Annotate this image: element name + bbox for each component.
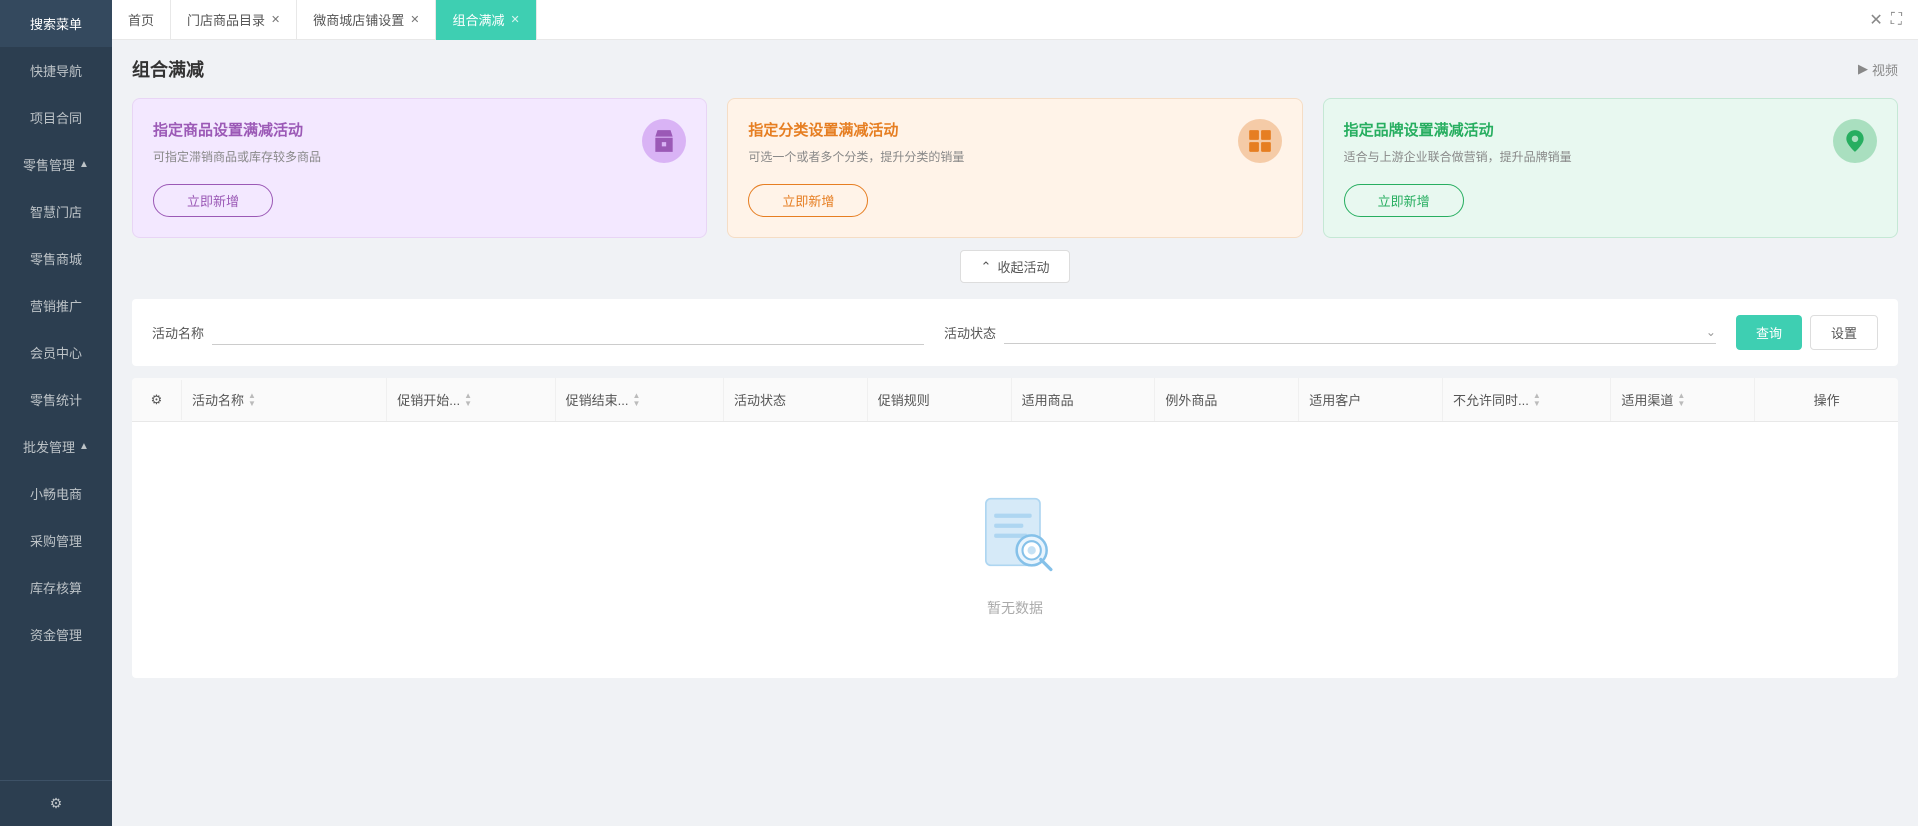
card-category-title: 指定分类设置满减活动	[748, 119, 1281, 140]
sidebar-item-retail-stats[interactable]: 零售统计	[0, 376, 112, 423]
sidebar-item-xc-ecommerce[interactable]: 小畅电商	[0, 470, 112, 517]
settings-gear-icon: ⚙	[50, 795, 63, 811]
th-applicable-channel[interactable]: 适用渠道 ▲▼	[1611, 378, 1755, 421]
collapse-activity-button[interactable]: ⌃ 收起活动	[960, 250, 1071, 283]
sort-arrows-nodup: ▲▼	[1533, 392, 1541, 408]
th-activity-name[interactable]: 活动名称 ▲▼	[182, 378, 387, 421]
th-except-goods: 例外商品	[1155, 378, 1299, 421]
th-activity-status: 活动状态	[724, 378, 868, 421]
sidebar-item-member-center[interactable]: 会员中心	[0, 329, 112, 376]
sidebar-item-search-menu[interactable]: 搜索菜单	[0, 0, 112, 47]
th-action: 操作	[1755, 378, 1898, 421]
sidebar-item-quick-nav[interactable]: 快捷导航	[0, 47, 112, 94]
card-category-desc: 可选一个或者多个分类，提升分类的销量	[748, 148, 1281, 167]
tab-wechat-store-close-icon[interactable]: ✕	[410, 13, 419, 26]
th-applicable-goods: 适用商品	[1012, 378, 1156, 421]
activity-status-chevron-down-icon: ⌄	[1706, 325, 1716, 339]
filter-activity-status-label: 活动状态	[944, 323, 996, 342]
tab-home[interactable]: 首页	[112, 0, 171, 40]
card-brand-icon	[1833, 119, 1877, 163]
card-category-add-button[interactable]: 立即新增	[748, 184, 868, 217]
card-product: 指定商品设置满减活动 可指定滞销商品或库存较多商品 立即新增	[132, 98, 707, 238]
tab-combo-discount-close-icon[interactable]: ✕	[511, 13, 520, 26]
sort-arrows-channel: ▲▼	[1677, 392, 1685, 408]
query-button[interactable]: 查询	[1736, 315, 1802, 350]
card-category-icon	[1238, 119, 1282, 163]
tab-wechat-store[interactable]: 微商城店铺设置 ✕	[297, 0, 436, 40]
th-no-duplicate[interactable]: 不允许同时... ▲▼	[1443, 378, 1611, 421]
card-brand-title: 指定品牌设置满减活动	[1344, 119, 1877, 140]
wholesale-mgmt-arrow-icon: ▲	[79, 441, 89, 452]
content-area: 组合满减 ▶ 视频 指定商品设置满减活动 可指定滞销商品或库存较多商品 立即新增	[112, 40, 1918, 826]
filter-buttons: 查询 设置	[1736, 315, 1878, 350]
sidebar-item-smart-store[interactable]: 智慧门店	[0, 188, 112, 235]
empty-state: 暂无数据	[132, 422, 1898, 678]
th-gear[interactable]: ⚙	[132, 380, 182, 420]
gear-settings-icon: ⚙	[151, 392, 163, 408]
sidebar-bottom: ⚙	[0, 780, 112, 826]
sidebar: 搜索菜单 快捷导航 项目合同 零售管理 ▲ 智慧门店 零售商城 营销推广 会员中…	[0, 0, 112, 826]
sidebar-item-inventory[interactable]: 库存核算	[0, 564, 112, 611]
card-brand: 指定品牌设置满减活动 适合与上游企业联合做营销，提升品牌销量 立即新增	[1323, 98, 1898, 238]
card-category: 指定分类设置满减活动 可选一个或者多个分类，提升分类的销量 立即新增	[727, 98, 1302, 238]
sidebar-item-project-contract[interactable]: 项目合同	[0, 94, 112, 141]
activity-name-input[interactable]	[212, 321, 924, 345]
activity-status-select[interactable]: ⌄	[1004, 321, 1716, 344]
cards-row: 指定商品设置满减活动 可指定滞销商品或库存较多商品 立即新增 指定分类设置满减活	[132, 98, 1898, 238]
sort-arrows-start: ▲▼	[464, 392, 472, 408]
filter-activity-name-label: 活动名称	[152, 323, 204, 342]
sort-arrows-end: ▲▼	[632, 392, 640, 408]
th-promo-rule: 促销规则	[868, 378, 1012, 421]
retail-mgmt-arrow-icon: ▲	[79, 159, 89, 170]
collapse-bar: ⌃ 收起活动	[132, 250, 1898, 283]
collapse-chevron-up-icon: ⌃	[981, 259, 992, 275]
topbar-right: ✕ ⛶	[1869, 10, 1918, 30]
sidebar-item-retail-mgmt[interactable]: 零售管理 ▲	[0, 141, 112, 188]
sidebar-item-retail-mall[interactable]: 零售商城	[0, 235, 112, 282]
window-close-icon[interactable]: ✕	[1869, 10, 1882, 30]
video-play-icon: ▶	[1858, 61, 1868, 77]
sidebar-item-wholesale-mgmt[interactable]: 批发管理 ▲	[0, 423, 112, 470]
topbar: 首页 门店商品目录 ✕ 微商城店铺设置 ✕ 组合满减 ✕ ✕ ⛶	[112, 0, 1918, 40]
sidebar-item-purchase-mgmt[interactable]: 采购管理	[0, 517, 112, 564]
sort-arrows-name: ▲▼	[248, 392, 256, 408]
video-link[interactable]: ▶ 视频	[1858, 60, 1898, 79]
sidebar-item-marketing[interactable]: 营销推广	[0, 282, 112, 329]
card-product-icon	[642, 119, 686, 163]
th-applicable-customer: 适用客户	[1299, 378, 1443, 421]
card-brand-desc: 适合与上游企业联合做营销，提升品牌销量	[1344, 148, 1877, 167]
filter-activity-status: 活动状态 ⌄	[944, 321, 1716, 344]
window-maximize-icon[interactable]: ⛶	[1891, 11, 1902, 29]
card-product-title: 指定商品设置满减活动	[153, 119, 686, 140]
th-promo-start[interactable]: 促销开始... ▲▼	[387, 378, 555, 421]
page-header: 组合满减 ▶ 视频	[132, 56, 1898, 82]
sidebar-settings-button[interactable]: ⚙	[0, 781, 112, 826]
card-product-add-button[interactable]: 立即新增	[153, 184, 273, 217]
filter-activity-name: 活动名称	[152, 321, 924, 345]
tab-store-catalog-close-icon[interactable]: ✕	[271, 13, 280, 26]
sidebar-item-finance[interactable]: 资金管理	[0, 611, 112, 658]
card-brand-add-button[interactable]: 立即新增	[1344, 184, 1464, 217]
empty-state-text: 暂无数据	[987, 598, 1043, 618]
tab-combo-discount[interactable]: 组合满减 ✕	[436, 0, 536, 40]
th-promo-end[interactable]: 促销结束... ▲▼	[556, 378, 724, 421]
card-product-desc: 可指定滞销商品或库存较多商品	[153, 148, 686, 167]
empty-state-illustration	[965, 482, 1065, 582]
page-title: 组合满减	[132, 56, 204, 82]
table-container: ⚙ 活动名称 ▲▼ 促销开始... ▲▼ 促销结束... ▲▼ 活动状态	[132, 378, 1898, 678]
table-header: ⚙ 活动名称 ▲▼ 促销开始... ▲▼ 促销结束... ▲▼ 活动状态	[132, 378, 1898, 422]
tab-store-catalog[interactable]: 门店商品目录 ✕	[171, 0, 297, 40]
filter-row: 活动名称 活动状态 ⌄ 查询 设置	[132, 299, 1898, 366]
main-area: 首页 门店商品目录 ✕ 微商城店铺设置 ✕ 组合满减 ✕ ✕ ⛶ 组合满减 ▶ …	[112, 0, 1918, 826]
settings-button[interactable]: 设置	[1810, 315, 1878, 350]
